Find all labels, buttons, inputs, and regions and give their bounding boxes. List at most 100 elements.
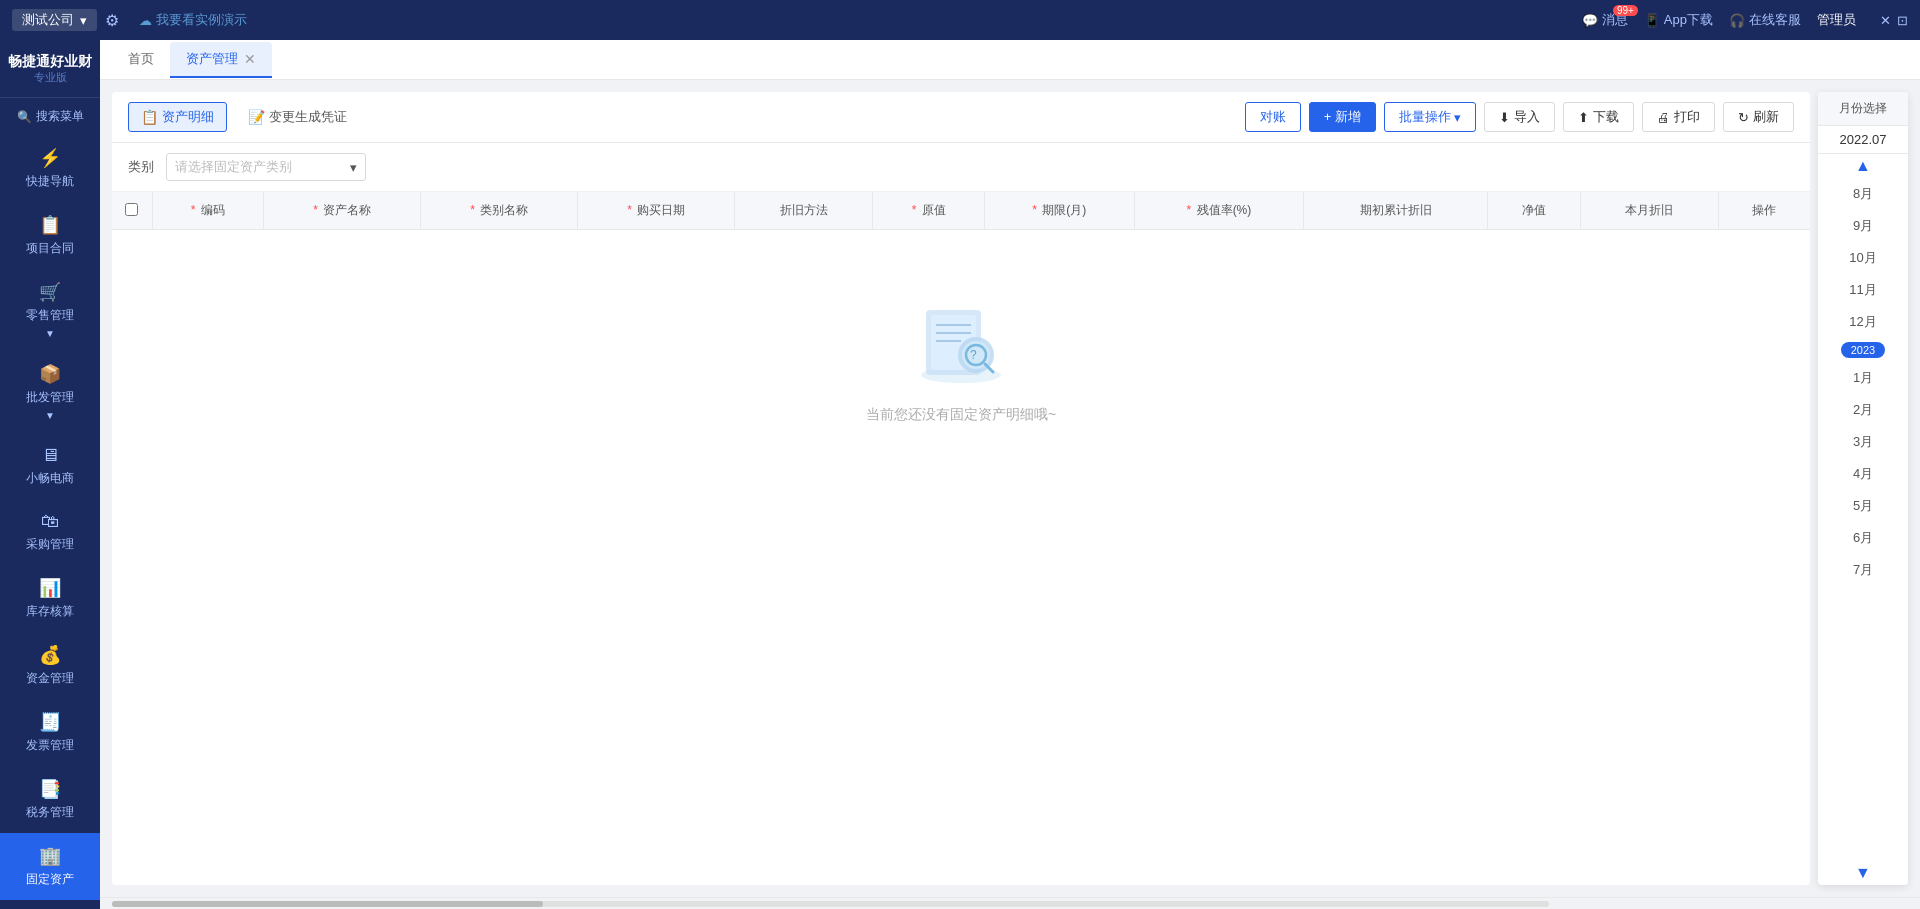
maximize-window-button[interactable]: ⊡	[1897, 13, 1908, 28]
sidebar-item-purchase[interactable]: 🛍 采购管理	[0, 499, 100, 565]
sub-tab-change-voucher-label: 变更生成凭证	[269, 108, 347, 126]
cloud-icon: ☁	[139, 13, 152, 28]
select-chevron-icon: ▾	[350, 160, 357, 175]
month-item-1[interactable]: 1月	[1818, 362, 1908, 394]
print-button[interactable]: 🖨 打印	[1642, 102, 1715, 132]
close-window-button[interactable]: ✕	[1880, 13, 1891, 28]
sidebar-item-invoice[interactable]: 🧾 发票管理	[0, 699, 100, 766]
refresh-button[interactable]: ↻ 刷新	[1723, 102, 1794, 132]
filter-bar: 类别 请选择固定资产类别 ▾	[112, 143, 1810, 192]
tab-home[interactable]: 首页	[112, 42, 170, 78]
sidebar-item-retail[interactable]: 🛒 零售管理 ▼	[0, 269, 100, 351]
category-filter-select[interactable]: 请选择固定资产类别 ▾	[166, 153, 366, 181]
month-nav-up-icon[interactable]: ▲	[1855, 158, 1871, 174]
month-item-11[interactable]: 11月	[1818, 274, 1908, 306]
tab-asset-mgmt[interactable]: 资产管理 ✕	[170, 42, 272, 78]
month-item-9[interactable]: 9月	[1818, 210, 1908, 242]
sidebar-item-finance[interactable]: 💰 资金管理	[0, 632, 100, 699]
print-label: 打印	[1674, 108, 1700, 126]
company-selector[interactable]: 测试公司 ▾	[12, 9, 97, 31]
sidebar-search[interactable]: 🔍 搜索菜单	[0, 98, 100, 135]
col-period: * 期限(月)	[985, 192, 1135, 230]
sub-tab-asset-detail[interactable]: 📋 资产明细	[128, 102, 227, 132]
demo-label: 我要看实例演示	[156, 11, 247, 29]
wholesale-icon: 📦	[39, 363, 61, 385]
month-item-4[interactable]: 4月	[1818, 458, 1908, 490]
sidebar-item-wholesale[interactable]: 📦 批发管理 ▼	[0, 351, 100, 433]
month-item-7-2023[interactable]: 7月	[1818, 554, 1908, 586]
sidebar: 畅捷通好业财 专业版 🔍 搜索菜单 ⚡ 快捷导航 📋 项目合同 🛒 零售管理 ▼…	[0, 40, 100, 909]
app-download-label: App下载	[1664, 11, 1713, 29]
message-button[interactable]: 💬 消息 99+	[1582, 11, 1628, 29]
sub-tab-asset-detail-label: 资产明细	[162, 108, 214, 126]
import-icon: ⬇	[1499, 110, 1510, 125]
sidebar-item-label: 项目合同	[26, 240, 74, 257]
year-badge-container: 2023	[1818, 338, 1908, 362]
tax-icon: 📑	[39, 778, 61, 800]
company-name: 测试公司	[22, 11, 74, 29]
tab-close-button[interactable]: ✕	[244, 51, 256, 67]
month-item-3[interactable]: 3月	[1818, 426, 1908, 458]
sub-tab-change-voucher[interactable]: 📝 变更生成凭证	[235, 102, 360, 132]
search-icon: 🔍	[17, 110, 32, 124]
download-icon: ⬆	[1578, 110, 1589, 125]
tab-asset-mgmt-label: 资产管理	[186, 50, 238, 68]
horizontal-scrollbar[interactable]	[112, 901, 1549, 907]
download-button[interactable]: ⬆ 下载	[1563, 102, 1634, 132]
demo-link[interactable]: ☁ 我要看实例演示	[139, 11, 247, 29]
online-service-button[interactable]: 🎧 在线客服	[1729, 11, 1801, 29]
year-badge-2023: 2023	[1841, 342, 1885, 358]
sidebar-item-ecommerce[interactable]: 🖥 小畅电商	[0, 433, 100, 499]
scroll-bar-area	[100, 897, 1920, 909]
month-nav-up[interactable]: ▲	[1818, 154, 1908, 178]
select-all-checkbox[interactable]	[125, 203, 138, 216]
month-nav-down[interactable]: ▼	[1818, 861, 1908, 885]
sidebar-item-label: 小畅电商	[26, 470, 74, 487]
month-item-12[interactable]: 12月	[1818, 306, 1908, 338]
month-item-10[interactable]: 10月	[1818, 242, 1908, 274]
month-item-6[interactable]: 6月	[1818, 522, 1908, 554]
expand-icon: ▼	[45, 410, 55, 421]
headset-icon: 🎧	[1729, 13, 1745, 28]
sidebar-item-label: 资金管理	[26, 670, 74, 687]
sidebar-item-fixed-assets[interactable]: 🏢 固定资产	[0, 833, 100, 900]
chevron-down-icon: ▾	[80, 13, 87, 28]
quick-nav-icon: ⚡	[39, 147, 61, 169]
month-nav-down-icon[interactable]: ▼	[1855, 865, 1871, 881]
sidebar-item-inventory[interactable]: 📊 库存核算	[0, 565, 100, 632]
page-content: 📋 资产明细 📝 变更生成凭证 对账 + 新增	[100, 80, 1920, 897]
import-label: 导入	[1514, 108, 1540, 126]
month-item-8[interactable]: 8月	[1818, 178, 1908, 210]
retail-icon: 🛒	[39, 281, 61, 303]
batch-ops-label: 批量操作	[1399, 108, 1451, 126]
sidebar-item-salary[interactable]: 💵 工资	[0, 900, 100, 909]
settings-icon[interactable]: ⚙	[105, 11, 119, 30]
month-item-5[interactable]: 5月	[1818, 490, 1908, 522]
top-bar-right: 💬 消息 99+ 📱 App下载 🎧 在线客服 管理员 ✕ ⊡	[1582, 11, 1908, 29]
main-layout: 畅捷通好业财 专业版 🔍 搜索菜单 ⚡ 快捷导航 📋 项目合同 🛒 零售管理 ▼…	[0, 40, 1920, 909]
list-icon: 📋	[141, 109, 158, 125]
top-bar: 测试公司 ▾ ⚙ ☁ 我要看实例演示 💬 消息 99+ 📱 App下载 🎧 在线…	[0, 0, 1920, 40]
sidebar-item-quick-nav[interactable]: ⚡ 快捷导航	[0, 135, 100, 202]
app-edition: 专业版	[8, 70, 92, 85]
refresh-label: 刷新	[1753, 108, 1779, 126]
top-bar-left: 测试公司 ▾ ⚙ ☁ 我要看实例演示	[12, 9, 247, 31]
col-purchase-date: * 购买日期	[578, 192, 735, 230]
sidebar-item-label: 采购管理	[26, 536, 74, 553]
assets-table: * 编码 * 资产名称 * 类别名称	[112, 192, 1810, 230]
project-icon: 📋	[39, 214, 61, 236]
col-name: * 资产名称	[264, 192, 421, 230]
reconcile-button[interactable]: 对账	[1245, 102, 1301, 132]
month-item-2[interactable]: 2月	[1818, 394, 1908, 426]
content-area: 首页 资产管理 ✕ 📋 资产明细 📝 变更生成凭证	[100, 40, 1920, 909]
app-download-button[interactable]: 📱 App下载	[1644, 11, 1713, 29]
month-panel-header: 月份选择	[1818, 92, 1908, 126]
add-button[interactable]: + 新增	[1309, 102, 1376, 132]
import-button[interactable]: ⬇ 导入	[1484, 102, 1555, 132]
sidebar-item-tax[interactable]: 📑 税务管理	[0, 766, 100, 833]
expand-icon: ▼	[45, 328, 55, 339]
sidebar-item-project[interactable]: 📋 项目合同	[0, 202, 100, 269]
batch-ops-chevron: ▾	[1454, 110, 1461, 125]
edit-icon: 📝	[248, 109, 265, 125]
batch-ops-button[interactable]: 批量操作 ▾	[1384, 102, 1476, 132]
